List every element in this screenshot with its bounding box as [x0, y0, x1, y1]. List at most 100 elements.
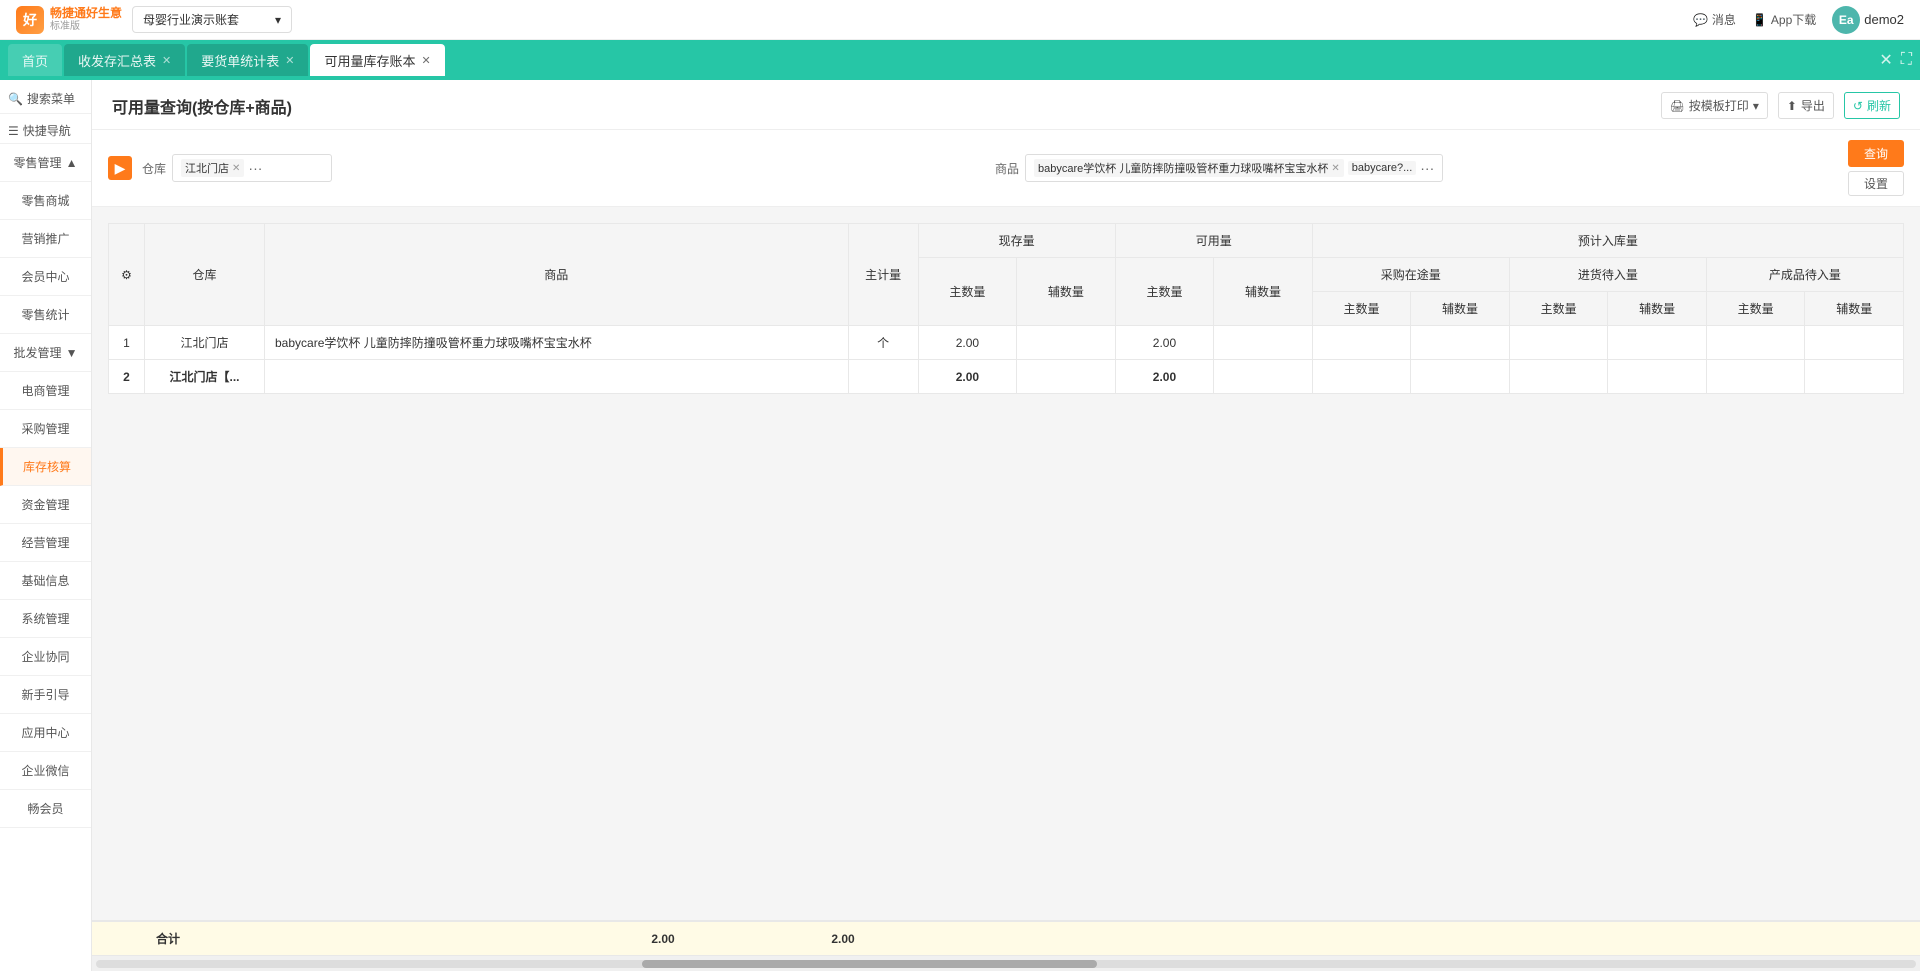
tab-bar: 首页 收发存汇总表 ✕ 要货单统计表 ✕ 可用量库存账本 ✕ ✕ ⛶ — [0, 40, 1920, 80]
th-settings[interactable]: ⚙ — [109, 224, 145, 326]
content-area: 可用量查询(按仓库+商品) 🖨 按模板打印 ▾ ⬆ 导出 ↺ 刷新 ▶ — [92, 80, 1920, 971]
warehouse-tag: 江北门店 ✕ — [181, 159, 244, 177]
th-available-main: 主数量 — [1115, 258, 1214, 326]
th-product: 商品 — [265, 224, 849, 326]
th-production-main: 主数量 — [1706, 292, 1805, 326]
td-stock-main-1: 2.00 — [918, 326, 1017, 360]
product-filter-label: 商品 — [995, 160, 1019, 177]
sidebar-item-wechat[interactable]: 企业微信 — [0, 752, 91, 790]
tab-shoufacun-close[interactable]: ✕ — [162, 54, 171, 67]
footer-label: 合计 — [108, 930, 228, 947]
table-footer: 合计 2.00 2.00 — [92, 920, 1920, 955]
td-available-main-1: 2.00 — [1115, 326, 1214, 360]
query-button[interactable]: 查询 — [1848, 140, 1904, 167]
export-btn[interactable]: ⬆ 导出 — [1778, 92, 1834, 119]
sidebar-operations-label: 经营管理 — [21, 536, 69, 550]
td-available-aux-1 — [1214, 326, 1313, 360]
sidebar-item-member2[interactable]: 畅会员 — [0, 790, 91, 828]
sidebar-item-finance[interactable]: 资金管理 — [0, 486, 91, 524]
sidebar-item-retail-stats[interactable]: 零售统计 — [0, 296, 91, 334]
sidebar-item-inventory[interactable]: 库存核算 — [0, 448, 91, 486]
username: demo2 — [1864, 12, 1904, 27]
setting-button[interactable]: 设置 — [1848, 171, 1904, 196]
th-stock-group: 现存量 — [918, 224, 1115, 258]
sidebar-item-retail-mall[interactable]: 零售商城 — [0, 182, 91, 220]
tab-kuyongliang-close[interactable]: ✕ — [422, 54, 431, 67]
th-warehouse: 仓库 — [145, 224, 265, 326]
tab-shoufacun-label: 收发存汇总表 — [78, 51, 156, 70]
sidebar-quick-nav[interactable]: ☰ 快捷导航 — [0, 114, 91, 144]
th-planned-group: 预计入库量 — [1312, 224, 1903, 258]
th-stock-main: 主数量 — [918, 258, 1017, 326]
sidebar-item-operations[interactable]: 经营管理 — [0, 524, 91, 562]
warehouse-tag-close[interactable]: ✕ — [232, 163, 240, 174]
user-area[interactable]: Ea demo2 — [1832, 6, 1904, 34]
td-production-aux-2 — [1805, 360, 1904, 394]
print-btn[interactable]: 🖨 按模板打印 ▾ — [1661, 92, 1768, 119]
top-bar: 好 畅捷通好生意 标准版 母婴行业演示账套 ▾ 💬 消息 📱 App下载 Ea … — [0, 0, 1920, 40]
th-production-group: 产成品待入量 — [1706, 258, 1903, 292]
store-selector[interactable]: 母婴行业演示账套 ▾ — [132, 6, 292, 33]
td-available-main-2: 2.00 — [1115, 360, 1214, 394]
product-filter-input[interactable]: babycare学饮杯 儿童防摔防撞吸管杯重力球吸嘴杯宝宝水杯 ✕ babyca… — [1025, 154, 1443, 182]
filter-group-warehouse: 仓库 江北门店 ✕ ··· — [142, 154, 985, 182]
td-stock-main-2: 2.00 — [918, 360, 1017, 394]
sidebar-item-purchase[interactable]: 采购管理 — [0, 410, 91, 448]
tab-home[interactable]: 首页 — [8, 44, 62, 76]
page-actions: 🖨 按模板打印 ▾ ⬆ 导出 ↺ 刷新 — [1661, 92, 1900, 119]
td-purchase-aux-2 — [1411, 360, 1510, 394]
product-more[interactable]: ··· — [1420, 160, 1434, 176]
filter-bar: ▶ 仓库 江北门店 ✕ ··· 商品 babycare学饮杯 儿童防摔防撞吸管杯… — [92, 130, 1920, 207]
td-unit-1: 个 — [848, 326, 918, 360]
sidebar-member2-label: 畅会员 — [27, 802, 63, 816]
tab-bar-close-icon[interactable]: ✕ — [1879, 50, 1892, 70]
product-tag1-close[interactable]: ✕ — [1331, 163, 1339, 174]
tab-yaohuo-close[interactable]: ✕ — [285, 54, 294, 67]
warehouse-filter-input[interactable]: 江北门店 ✕ ··· — [172, 154, 332, 182]
sidebar-item-app-center[interactable]: 应用中心 — [0, 714, 91, 752]
sidebar-wechat-label: 企业微信 — [21, 764, 69, 778]
td-product-2 — [265, 360, 849, 394]
sidebar-search[interactable]: 🔍 搜索菜单 — [0, 80, 91, 114]
app-download-btn[interactable]: 📱 App下载 — [1752, 11, 1816, 28]
warehouse-more[interactable]: ··· — [248, 160, 262, 176]
settings-icon[interactable]: ⚙ — [121, 268, 132, 282]
th-incoming-main: 主数量 — [1509, 292, 1608, 326]
refresh-btn[interactable]: ↺ 刷新 — [1844, 92, 1900, 119]
sidebar-item-wholesale-mgmt[interactable]: 批发管理 ▼ — [0, 334, 91, 372]
main-layout: 🔍 搜索菜单 ☰ 快捷导航 零售管理 ▲ 零售商城 营销推广 会员中心 零售统计… — [0, 80, 1920, 971]
sidebar-item-basic-info[interactable]: 基础信息 — [0, 562, 91, 600]
sidebar-item-system[interactable]: 系统管理 — [0, 600, 91, 638]
product-tag1: babycare学饮杯 儿童防摔防撞吸管杯重力球吸嘴杯宝宝水杯 ✕ — [1034, 159, 1344, 177]
table-container: ⚙ 仓库 商品 主计量 现存量 — [92, 207, 1920, 920]
sidebar-item-marketing[interactable]: 营销推广 — [0, 220, 91, 258]
th-stock-aux: 辅数量 — [1017, 258, 1116, 326]
td-available-aux-2 — [1214, 360, 1313, 394]
sidebar-item-enterprise[interactable]: 企业协同 — [0, 638, 91, 676]
sidebar: 🔍 搜索菜单 ☰ 快捷导航 零售管理 ▲ 零售商城 营销推广 会员中心 零售统计… — [0, 80, 92, 971]
tab-shoufacun[interactable]: 收发存汇总表 ✕ — [64, 44, 185, 76]
filter-expand-btn[interactable]: ▶ — [108, 156, 132, 180]
td-incoming-main-1 — [1509, 326, 1608, 360]
tab-yaohuo[interactable]: 要货单统计表 ✕ — [187, 44, 308, 76]
tab-kuyongliang-label: 可用量库存账本 — [324, 51, 415, 70]
sidebar-item-ecommerce[interactable]: 电商管理 — [0, 372, 91, 410]
sidebar-item-newbie[interactable]: 新手引导 — [0, 676, 91, 714]
sidebar-app-center-label: 应用中心 — [21, 726, 69, 740]
scroll-thumb[interactable] — [642, 960, 1097, 968]
store-dropdown-icon: ▾ — [275, 13, 281, 27]
message-btn[interactable]: 💬 消息 — [1693, 11, 1736, 28]
tab-kuyongliang[interactable]: 可用量库存账本 ✕ — [310, 44, 444, 76]
td-index-2: 2 — [109, 360, 145, 394]
sidebar-purchase-label: 采购管理 — [21, 422, 69, 436]
td-index-1: 1 — [109, 326, 145, 360]
tab-bar-fullscreen-icon[interactable]: ⛶ — [1901, 51, 1912, 69]
sidebar-retail-mall-label: 零售商城 — [21, 194, 69, 208]
sidebar-wholesale-arrow: ▼ — [66, 346, 78, 360]
sidebar-system-label: 系统管理 — [21, 612, 69, 626]
sidebar-item-member[interactable]: 会员中心 — [0, 258, 91, 296]
tab-bar-right: ✕ ⛶ — [1879, 50, 1912, 70]
scroll-track[interactable] — [96, 960, 1916, 968]
export-icon: ⬆ — [1787, 99, 1797, 113]
sidebar-item-retail-mgmt[interactable]: 零售管理 ▲ — [0, 144, 91, 182]
